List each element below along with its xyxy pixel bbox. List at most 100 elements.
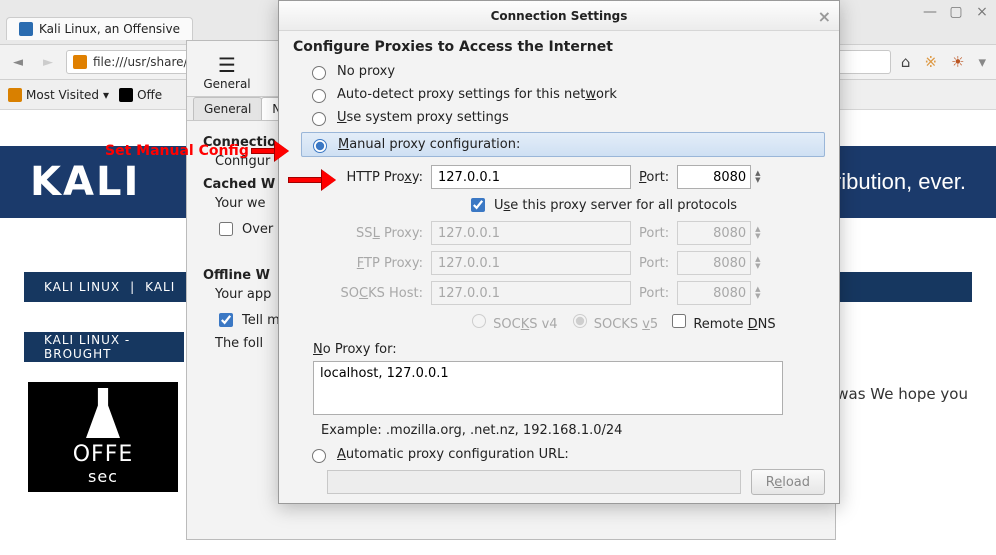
port-spinner: ▲▼	[755, 286, 767, 300]
prefs-general-button[interactable]: ☰ General	[195, 46, 259, 96]
tab-favicon	[19, 22, 33, 36]
http-port-label: Port:	[639, 170, 669, 185]
radio-input[interactable]	[313, 139, 327, 153]
http-port-input[interactable]	[677, 165, 751, 189]
bookmark-label: Offe	[137, 88, 162, 102]
http-proxy-label: HTTP Proxy:	[327, 170, 423, 185]
radio-manual-proxy[interactable]: Manual proxy configuration:	[301, 132, 825, 157]
offsec-text1: OFFE	[73, 442, 134, 467]
person-icon	[86, 388, 120, 438]
back-button[interactable]: ◄	[6, 50, 30, 74]
proxy-grid: HTTP Proxy: Port: ▲▼ Use this proxy serv…	[327, 165, 825, 332]
port-spinner: ▲▼	[755, 226, 767, 240]
close-icon[interactable]: ×	[818, 7, 831, 26]
offsec-text2: sec	[88, 467, 118, 486]
checkbox-label: Tell m	[242, 313, 280, 328]
example-text: Example: .mozilla.org, .net.nz, 192.168.…	[321, 423, 825, 438]
plugin-icon[interactable]: ※	[924, 53, 937, 71]
radio-input	[573, 314, 587, 328]
prefs-btn-label: General	[203, 77, 250, 91]
nav-bar-2: KALI LINUX - BROUGHT	[24, 332, 184, 362]
tab-strip: Kali Linux, an Offensive	[6, 14, 193, 42]
socks-host-input	[431, 281, 631, 305]
http-proxy-row: HTTP Proxy: Port: ▲▼	[327, 165, 825, 189]
tab-title: Kali Linux, an Offensive	[39, 22, 180, 36]
ftp-proxy-row: FTP Proxy: Port: ▲▼	[327, 251, 825, 275]
radio-system-proxy[interactable]: Use system proxy settings	[307, 109, 825, 126]
tab-general[interactable]: General	[193, 97, 262, 120]
radio-input[interactable]	[312, 112, 326, 126]
port-label: Port:	[639, 226, 669, 241]
port-label: Port:	[639, 256, 669, 271]
radio-auto-detect[interactable]: Auto-detect proxy settings for this netw…	[307, 86, 825, 103]
annotation-http-proxy	[288, 173, 336, 191]
maximize-icon[interactable]: ▢	[948, 4, 964, 20]
nav-item[interactable]: KALI	[145, 280, 175, 294]
url-favicon	[73, 55, 87, 69]
kali-logo-text: KALI	[30, 159, 140, 205]
socks-host-row: SOCKS Host: Port: ▲▼	[327, 281, 825, 305]
radio-label: No proxy	[337, 64, 395, 79]
arrow-icon	[251, 144, 289, 158]
radio-input[interactable]	[312, 66, 326, 80]
ftp-proxy-input	[431, 251, 631, 275]
tellme-checkbox[interactable]	[219, 313, 233, 327]
window-controls: — ▢ ×	[922, 4, 990, 20]
socks-host-label: SOCKS Host:	[327, 286, 423, 301]
forward-button[interactable]: ►	[36, 50, 60, 74]
use-for-all-row: Use this proxy server for all protocols	[467, 195, 825, 215]
no-proxy-label: No Proxy for:	[313, 342, 825, 357]
annotation-label: Set Manual Config	[105, 143, 249, 159]
dialog-titlebar: Connection Settings ×	[279, 1, 839, 31]
dialog-heading: Configure Proxies to Access the Internet	[293, 39, 825, 55]
ftp-port-input	[677, 251, 751, 275]
toolbar-icons: ⌂ ※ ☀ ▾	[897, 53, 990, 71]
bookmark-icon	[8, 88, 22, 102]
browser-tab[interactable]: Kali Linux, an Offensive	[6, 17, 193, 40]
reload-button: Reload	[751, 469, 825, 495]
radio-no-proxy[interactable]: No proxy	[307, 63, 825, 80]
port-label: Port:	[639, 286, 669, 301]
checkbox-label: Over	[242, 222, 273, 237]
radio-auto-config-url[interactable]: Automatic proxy configuration URL:	[307, 446, 825, 463]
radio-socks5: SOCKS v5	[568, 311, 659, 332]
no-proxy-textarea[interactable]	[313, 361, 783, 415]
ssl-proxy-label: SSL Proxy:	[327, 226, 423, 241]
radio-input[interactable]	[312, 449, 326, 463]
bookmark-most-visited[interactable]: Most Visited▾	[8, 88, 109, 102]
radio-label: Use system proxy settings	[337, 110, 509, 125]
checkbox-label: Use this proxy server for all protocols	[494, 198, 737, 213]
override-checkbox[interactable]	[219, 222, 233, 236]
radio-input	[472, 314, 486, 328]
bookmark-label: Most Visited	[26, 88, 99, 102]
nav-item[interactable]: KALI LINUX	[44, 280, 120, 294]
pac-url-input	[327, 470, 741, 494]
use-for-all-checkbox[interactable]	[471, 198, 485, 212]
home-icon[interactable]: ⌂	[901, 53, 911, 71]
radio-input[interactable]	[312, 89, 326, 103]
remote-dns-checkbox[interactable]	[672, 314, 686, 328]
port-spinner[interactable]: ▲▼	[755, 170, 767, 184]
socks-version-row: SOCKS v4 SOCKS v5 Remote DNS	[467, 311, 825, 332]
no-proxy-section: No Proxy for:	[313, 342, 825, 419]
radio-label: Auto-detect proxy settings for this netw…	[337, 87, 617, 102]
pac-url-row: Reload	[327, 469, 825, 495]
bookmark-icon	[119, 88, 133, 102]
port-spinner: ▲▼	[755, 256, 767, 270]
cookie-icon[interactable]: ☀	[951, 53, 964, 71]
offsec-logo: OFFE sec	[28, 382, 178, 492]
close-window-icon[interactable]: ×	[974, 4, 990, 20]
dialog-title: Connection Settings	[491, 9, 628, 23]
sliders-icon: ☰	[196, 53, 258, 77]
arrow-icon	[288, 173, 336, 187]
nav-text: KALI LINUX - BROUGHT	[44, 333, 164, 361]
remote-dns[interactable]: Remote DNS	[668, 311, 775, 332]
menu-dropdown-icon[interactable]: ▾	[978, 53, 986, 71]
radio-label: Automatic proxy configuration URL:	[337, 447, 569, 462]
bookmark-offensive[interactable]: Offe	[119, 88, 162, 102]
http-proxy-input[interactable]	[431, 165, 631, 189]
annotation-set-manual: Set Manual Config	[105, 143, 289, 159]
ssl-port-input	[677, 221, 751, 245]
minimize-icon[interactable]: —	[922, 4, 938, 20]
radio-socks4: SOCKS v4	[467, 311, 558, 332]
